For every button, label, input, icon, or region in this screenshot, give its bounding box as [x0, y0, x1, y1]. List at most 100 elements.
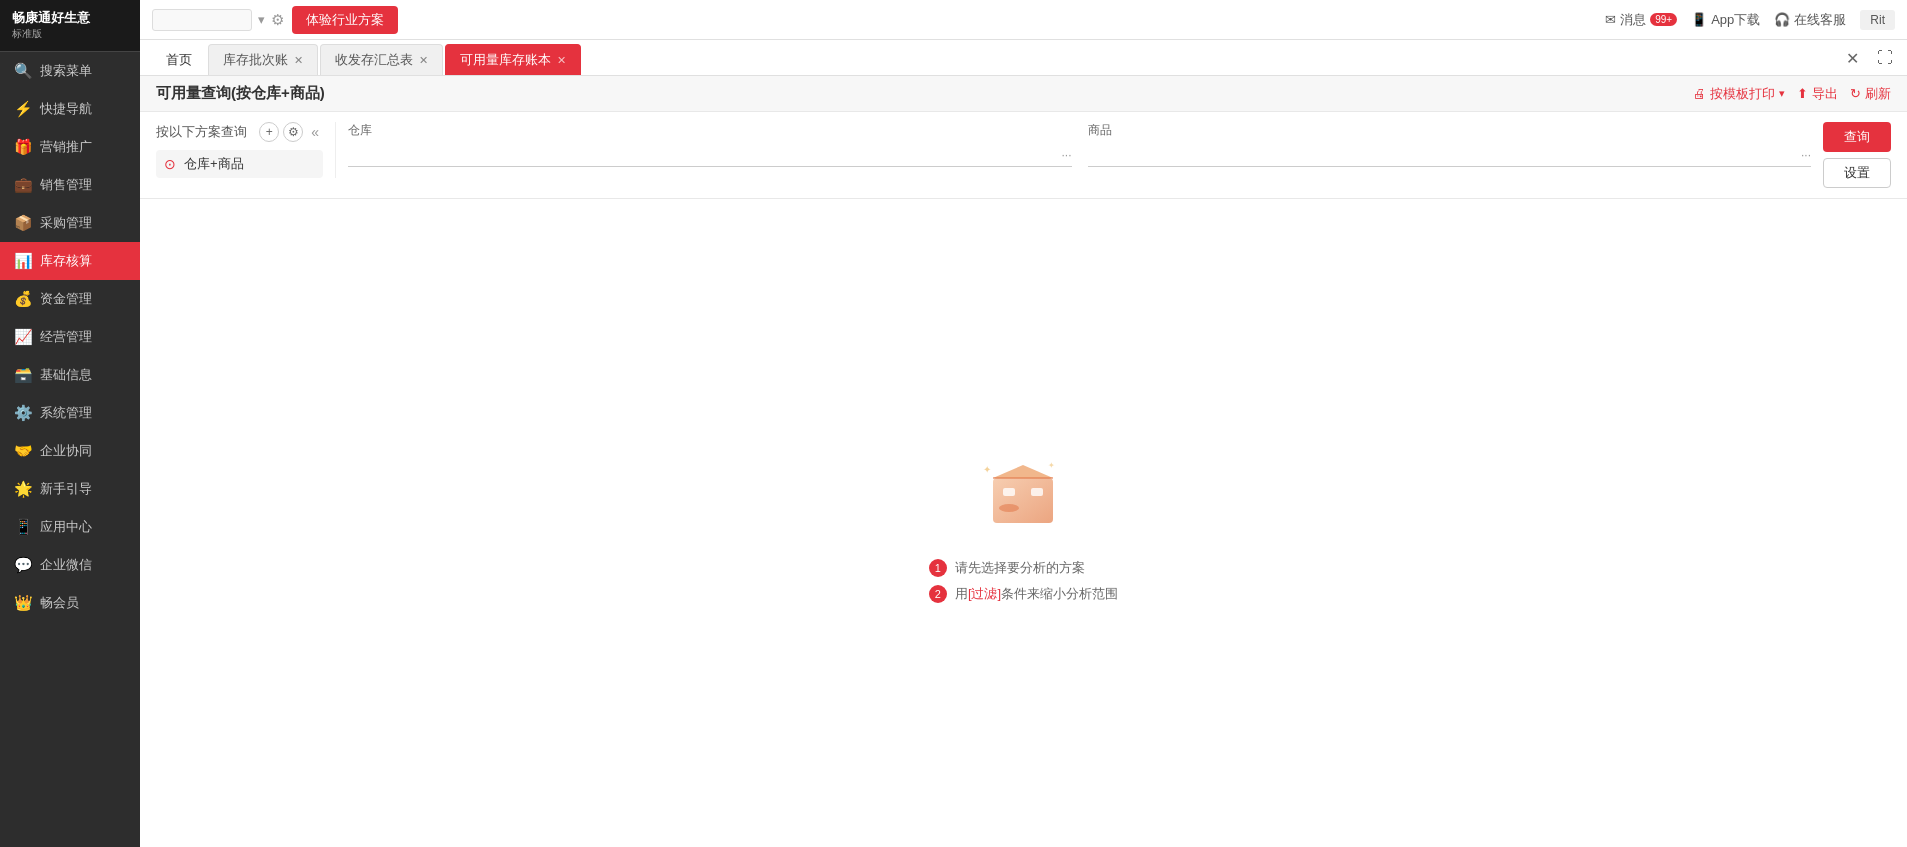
print-dropdown-icon[interactable]: ▾: [1779, 87, 1785, 100]
industry-solution-button[interactable]: 体验行业方案: [292, 6, 398, 34]
sidebar-item-采购管理[interactable]: 📦采购管理: [0, 204, 140, 242]
sidebar-item-经营管理[interactable]: 📈经营管理: [0, 318, 140, 356]
tab-收发存汇总表[interactable]: 收发存汇总表 ✕: [320, 44, 443, 75]
sidebar-icon-14: 👑: [14, 594, 32, 612]
sidebar-icon-1: ⚡: [14, 100, 32, 118]
filter-input-1[interactable]: [1088, 147, 1801, 162]
expand-tab-button[interactable]: ⛶: [1871, 46, 1899, 69]
sidebar-item-label-7: 经营管理: [40, 328, 92, 346]
tab-close-icon-1[interactable]: ✕: [294, 54, 303, 67]
sidebar-icon-0: 🔍: [14, 62, 32, 80]
filter-buttons: 查询 设置: [1823, 122, 1891, 188]
filter-scheme-label: 按以下方案查询: [156, 123, 247, 141]
sidebar-icon-9: ⚙️: [14, 404, 32, 422]
main-area: ▾ ⚙ 体验行业方案 ✉ 消息 99+ 📱 App下载 🎧 在线客服 Rit 首…: [140, 0, 1907, 847]
online-service-item[interactable]: 🎧 在线客服: [1774, 11, 1846, 29]
sidebar: 畅康通好生意 标准版 🔍 搜索菜单 ⚡快捷导航 🎁 营销推广 💼 销售管理 📦采购管理📊库存核…: [0, 0, 140, 847]
sidebar-item-label-2: 营销推广: [40, 138, 92, 156]
filter-field-input-0: ···: [348, 143, 1072, 167]
export-action[interactable]: ⬆ 导出: [1797, 85, 1838, 103]
tab-close-icon-3[interactable]: ✕: [557, 54, 566, 67]
app-download-item[interactable]: 📱 App下载: [1691, 11, 1760, 29]
tab-label-3: 可用量库存账本: [460, 51, 551, 69]
more-options-button-1[interactable]: ···: [1801, 148, 1811, 162]
sidebar-icon-2: 🎁: [14, 138, 32, 156]
scheme-item-0[interactable]: ⊙ 仓库+商品: [156, 150, 323, 178]
sidebar-icon-11: 🌟: [14, 480, 32, 498]
filter-input-0[interactable]: [348, 147, 1061, 162]
empty-illustration: ✦ ✦: [973, 443, 1073, 543]
close-tab-button[interactable]: ✕: [1840, 46, 1865, 69]
tab-label-2: 收发存汇总表: [335, 51, 413, 69]
search-input[interactable]: [152, 9, 252, 31]
sidebar-item-营销推广[interactable]: 🎁 营销推广: [0, 128, 140, 166]
scheme-icon-0: ⊙: [164, 156, 176, 172]
svg-rect-4: [1031, 488, 1043, 496]
collapse-schemes-button[interactable]: «: [307, 122, 323, 142]
sidebar-item-label-3: 销售管理: [40, 176, 92, 194]
tab-可用量库存账本[interactable]: 可用量库存账本 ✕: [445, 44, 581, 75]
sidebar-item-资金管理[interactable]: 💰资金管理: [0, 280, 140, 318]
message-icon: ✉: [1605, 12, 1616, 27]
refresh-label: 刷新: [1865, 85, 1891, 103]
filter-schemes-header: 按以下方案查询 + ⚙ «: [156, 122, 323, 142]
sidebar-item-基础信息[interactable]: 🗃️基础信息: [0, 356, 140, 394]
tip-item-0: 1 请先选择要分析的方案: [929, 559, 1118, 577]
mobile-icon: 📱: [1691, 12, 1707, 27]
user-name[interactable]: Rit: [1860, 10, 1895, 30]
sidebar-item-快捷导航[interactable]: ⚡快捷导航: [0, 90, 140, 128]
tip-num-1: 2: [929, 585, 947, 603]
tab-close-icon-2[interactable]: ✕: [419, 54, 428, 67]
sidebar-item-系统管理[interactable]: ⚙️ 系统管理: [0, 394, 140, 432]
sidebar-item-label-14: 畅会员: [40, 594, 79, 612]
svg-point-5: [999, 504, 1019, 512]
dropdown-icon[interactable]: ▾: [258, 12, 265, 27]
message-label: 消息: [1620, 11, 1646, 29]
sidebar-item-label-12: 应用中心: [40, 518, 92, 536]
scheme-label-0: 仓库+商品: [184, 155, 244, 173]
sidebar-item-库存核算[interactable]: 📊库存核算: [0, 242, 140, 280]
settings-icon[interactable]: ⚙: [271, 11, 284, 29]
more-options-button-0[interactable]: ···: [1061, 148, 1071, 162]
filter-field-input-1: ···: [1088, 143, 1812, 167]
topbar-icons: ✉ 消息 99+ 📱 App下载 🎧 在线客服 Rit: [1605, 10, 1895, 30]
tabs-bar: 首页库存批次账✕ 收发存汇总表 ✕ 可用量库存账本 ✕ ✕ ⛶: [140, 40, 1907, 76]
query-button[interactable]: 查询: [1823, 122, 1891, 152]
sidebar-item-新手引导[interactable]: 🌟 新手引导: [0, 470, 140, 508]
sidebar-item-企业协同[interactable]: 🤝企业协同: [0, 432, 140, 470]
print-template-label: 按模板打印: [1710, 85, 1775, 103]
sidebar-item-label-9: 系统管理: [40, 404, 92, 422]
tab-库存批次账[interactable]: 库存批次账✕: [208, 44, 318, 75]
sidebar-item-搜索菜单[interactable]: 🔍 搜索菜单: [0, 52, 140, 90]
tab-label-0: 首页: [166, 51, 192, 69]
filter-field-0: 仓库 ···: [348, 122, 1072, 167]
sidebar-icon-3: 💼: [14, 176, 32, 194]
sidebar-item-label-11: 新手引导: [40, 480, 92, 498]
sidebar-item-label-8: 基础信息: [40, 366, 92, 384]
sidebar-icon-10: 🤝: [14, 442, 32, 460]
tip-text-1: 用[过滤]条件来缩小分析范围: [955, 585, 1118, 603]
sidebar-item-销售管理[interactable]: 💼 销售管理: [0, 166, 140, 204]
online-service-label: 在线客服: [1794, 11, 1846, 29]
filter-field-label-0: 仓库: [348, 122, 1072, 139]
sidebar-item-label-0: 搜索菜单: [40, 62, 92, 80]
print-icon: 🖨: [1693, 86, 1706, 101]
sidebar-item-应用中心[interactable]: 📱应用中心: [0, 508, 140, 546]
sidebar-header: 畅康通好生意 标准版: [0, 0, 140, 52]
tabs-right-controls: ✕ ⛶: [1840, 46, 1899, 69]
svg-rect-0: [993, 478, 1053, 523]
tab-首页[interactable]: 首页: [152, 45, 206, 75]
settings-button[interactable]: 设置: [1823, 158, 1891, 188]
sidebar-scroll: 🔍 搜索菜单 ⚡快捷导航 🎁 营销推广 💼 销售管理 📦采购管理📊库存核算💰资金管理📈经营管理…: [0, 52, 140, 847]
sidebar-item-畅会员[interactable]: 👑 畅会员: [0, 584, 140, 622]
sidebar-item-企业微信[interactable]: 💬企业微信: [0, 546, 140, 584]
message-icon-item[interactable]: ✉ 消息 99+: [1605, 11, 1677, 29]
headset-icon: 🎧: [1774, 12, 1790, 27]
sidebar-icon-5: 📊: [14, 252, 32, 270]
add-scheme-button[interactable]: +: [259, 122, 279, 142]
print-template-action[interactable]: 🖨 按模板打印 ▾: [1693, 85, 1785, 103]
settings-scheme-button[interactable]: ⚙: [283, 122, 303, 142]
app-name: 畅康通好生意: [12, 10, 128, 27]
refresh-action[interactable]: ↻ 刷新: [1850, 85, 1891, 103]
empty-state: ✦ ✦ 1 请先选择要分析的方案 2 用[过滤]条件来缩小分析范围: [929, 443, 1118, 603]
